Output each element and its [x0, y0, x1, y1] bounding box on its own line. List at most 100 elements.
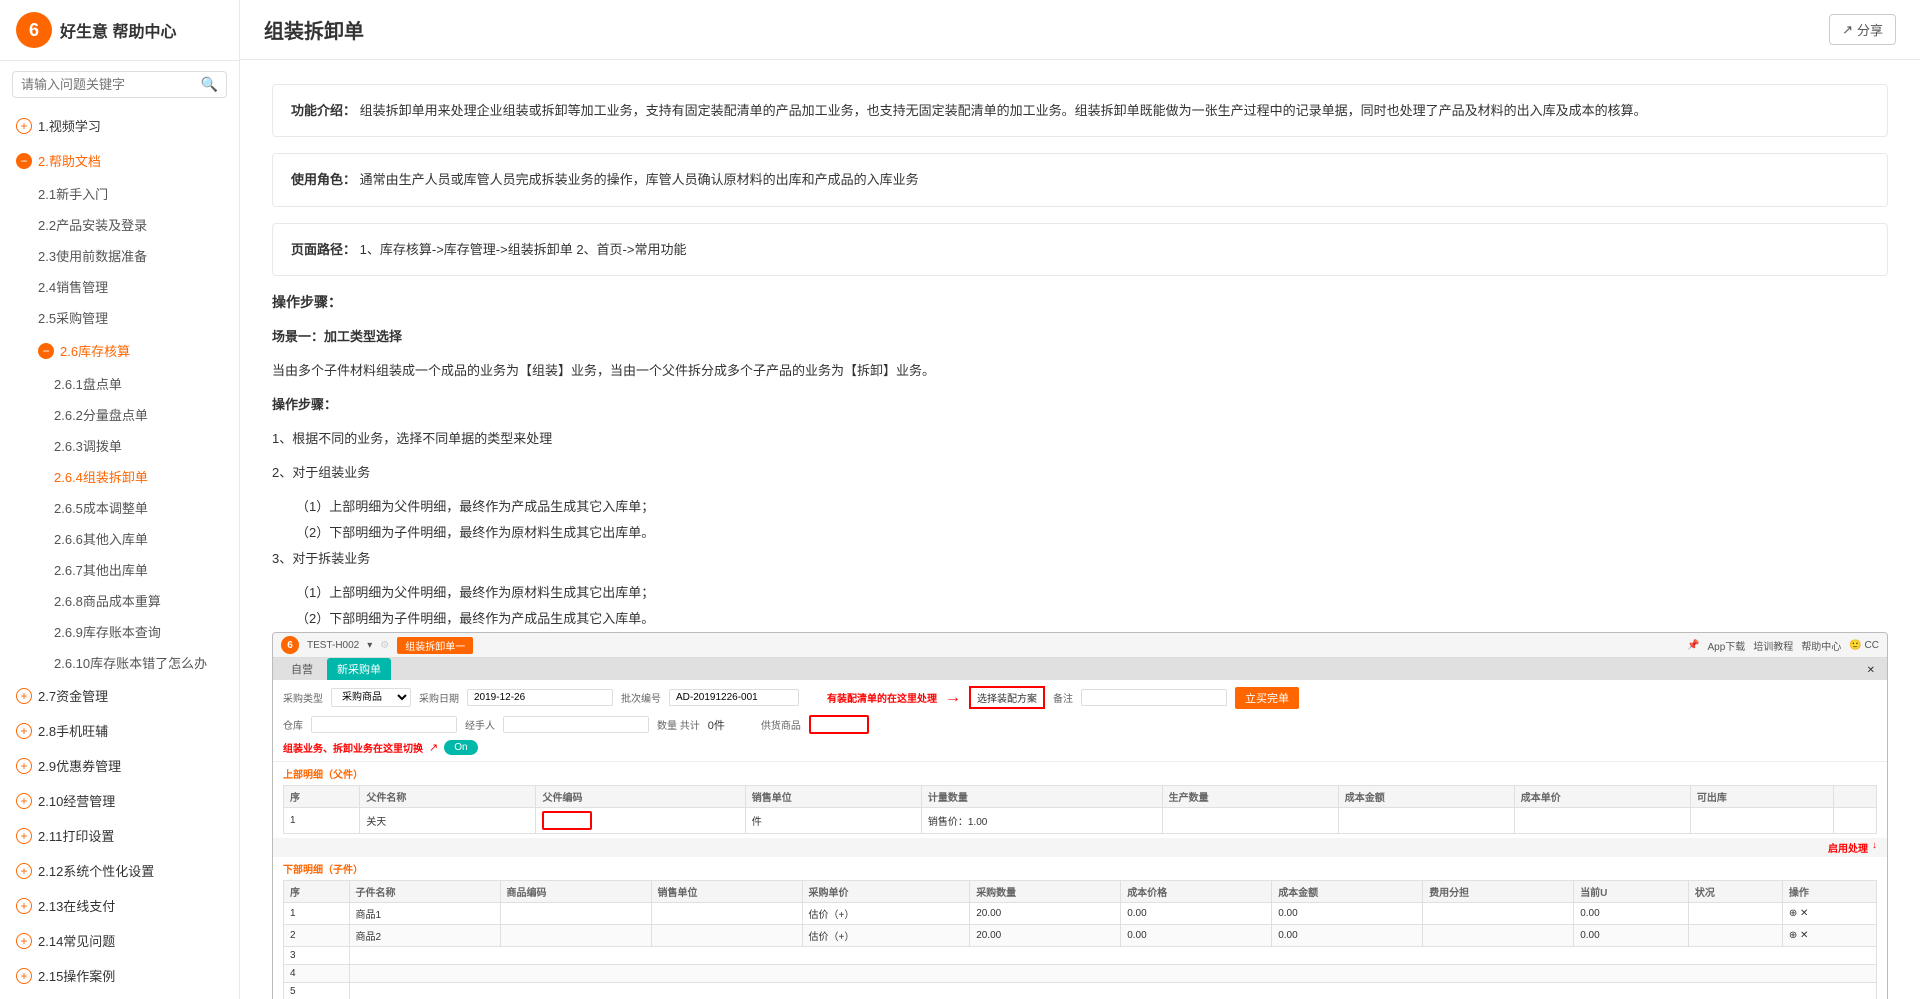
- sidebar-item-2-6[interactable]: − 2.6库存核算: [0, 333, 239, 368]
- sidebar: 6 好生意 帮助中心 🔍 + 1.视频学习 − 2.帮助文档 2.1新手入门 2…: [0, 0, 240, 999]
- sidebar-item-label: 2.9优惠券管理: [38, 756, 121, 775]
- table-row: 5: [284, 983, 1877, 999]
- sidebar-item-2-9[interactable]: + 2.9优惠券管理: [0, 748, 239, 783]
- table-row: 2 商品2 估价（+） 20.00 0.00 0.00 0.00: [284, 925, 1877, 947]
- sidebar-item-docs[interactable]: − 2.帮助文档: [0, 143, 239, 178]
- role-text: 通常由生产人员或库管人员完成拆装业务的操作，库管人员确认原材料的出库和产成品的入…: [360, 172, 919, 187]
- form-row-1: 采购类型 采购商品 采购日期 批次编号 有装配清单的在这里处理 → 选择装配方案…: [283, 686, 1877, 709]
- sidebar-item-2-7[interactable]: + 2.7资金管理: [0, 678, 239, 713]
- table-row: 4: [284, 965, 1877, 983]
- expand-icon: +: [16, 828, 32, 844]
- expand-icon: +: [16, 968, 32, 984]
- sidebar-item-2-6-8[interactable]: 2.6.8商品成本重算: [0, 585, 239, 616]
- collapse-icon: −: [16, 153, 32, 169]
- screenshot-wrapper: 6 TEST-H002 ▾ ⚙ 组装拆卸单一 📌 App下载 培训教程 帮助中心…: [272, 632, 1888, 999]
- sidebar-item-2-6-6[interactable]: 2.6.6其他入库单: [0, 523, 239, 554]
- sidebar-item-2-6-9[interactable]: 2.6.9库存账本查询: [0, 616, 239, 647]
- batch-input[interactable]: [669, 689, 799, 706]
- share-button[interactable]: ↗ 分享: [1829, 14, 1896, 45]
- sidebar-item-2-6-5[interactable]: 2.6.5成本调整单: [0, 492, 239, 523]
- table-header-row: 序 父件名称 父件编码 销售单位 计量数量 生产数量 成本金额 成本单价 可出库: [284, 786, 1877, 808]
- expand-icon: +: [16, 863, 32, 879]
- sidebar-item-label: 1.视频学习: [38, 116, 101, 135]
- collapse-icon: −: [38, 343, 54, 359]
- search-icon[interactable]: 🔍: [201, 76, 218, 93]
- sidebar-item-2-15[interactable]: + 2.15操作案例: [0, 958, 239, 993]
- annotation-2: 组装业务、拆卸业务在这里切换: [283, 740, 423, 755]
- ops-title: 操作步骤：: [272, 292, 1888, 312]
- warehouse-input[interactable]: [311, 716, 457, 733]
- path-box: 页面路径： 1、库存核算->库存管理->组装拆卸单 2、首页->常用功能: [272, 223, 1888, 276]
- path-label: 页面路径：: [291, 242, 356, 257]
- toggle-on[interactable]: On: [444, 740, 477, 755]
- lower-table-header: 序 子件名称 商品编码 销售单位 采购单价 采购数量 成本价格 成本金额 费用分…: [284, 881, 1877, 903]
- parent-code-input[interactable]: [542, 811, 592, 830]
- sidebar-item-2-1[interactable]: 2.1新手入门: [0, 178, 239, 209]
- sidebar-item-2-2[interactable]: 2.2产品安装及登录: [0, 209, 239, 240]
- table-row: 1 关天 件 销售价：1.00: [284, 808, 1877, 834]
- remark-input[interactable]: [1081, 689, 1227, 706]
- nav-section: + 1.视频学习 − 2.帮助文档 2.1新手入门 2.2产品安装及登录 2.3…: [0, 108, 239, 993]
- sidebar-item-2-6-3[interactable]: 2.6.3调拨单: [0, 430, 239, 461]
- sidebar-item-2-6-1[interactable]: 2.6.1盘点单: [0, 368, 239, 399]
- sidebar-item-2-6-10[interactable]: 2.6.10库存账本错了怎么办: [0, 647, 239, 678]
- app-screenshot: 6 TEST-H002 ▾ ⚙ 组装拆卸单一 📌 App下载 培训教程 帮助中心…: [272, 632, 1888, 999]
- sidebar-item-2-8[interactable]: + 2.8手机旺辅: [0, 713, 239, 748]
- sidebar-item-2-11[interactable]: + 2.11打印设置: [0, 818, 239, 853]
- brand-name: 好生意 帮助中心: [60, 18, 176, 42]
- tab-new-order[interactable]: 新采购单: [327, 658, 391, 680]
- share-icon: ↗: [1842, 22, 1853, 38]
- expand-icon: +: [16, 118, 32, 134]
- expand-icon: +: [16, 793, 32, 809]
- sidebar-item-label: 2.14常见问题: [38, 931, 115, 950]
- test-id: TEST-H002: [307, 640, 359, 651]
- annotation-3: 启用处理 ↓: [273, 838, 1887, 857]
- sidebar-item-2-13[interactable]: + 2.13在线支付: [0, 888, 239, 923]
- annotation-row-2: 组装业务、拆卸业务在这里切换 ↗ On: [283, 740, 1877, 755]
- main-header: 组装拆卸单 ↗ 分享: [240, 0, 1920, 60]
- date-input[interactable]: [467, 689, 613, 706]
- sidebar-item-2-6-7[interactable]: 2.6.7其他出库单: [0, 554, 239, 585]
- form-row-2: 仓库 经手人 数量 共计 0件 供货商品: [283, 715, 1877, 734]
- intro-text: 组装拆卸单用来处理企业组装或拆卸等加工业务，支持有固定装配清单的产品加工业务，也…: [360, 103, 1647, 118]
- intro-label: 功能介绍：: [291, 103, 356, 118]
- step3-sub1: （1）上部明细为父件明细，最终作为原材料生成其它出库单；: [272, 580, 1888, 606]
- sidebar-item-video[interactable]: + 1.视频学习: [0, 108, 239, 143]
- path-text: 1、库存核算->库存管理->组装拆卸单 2、首页->常用功能: [360, 242, 687, 257]
- step3-sub2: （2）下部明细为子件明细，最终作为产成品生成其它入库单。: [272, 606, 1888, 632]
- sidebar-item-2-6-4[interactable]: 2.6.4组装拆卸单: [0, 461, 239, 492]
- btn-confirm[interactable]: 立买完单: [1235, 687, 1299, 709]
- sidebar-item-label: 2.15操作案例: [38, 966, 115, 985]
- close-tab-icon[interactable]: ✕: [1863, 661, 1879, 680]
- sidebar-item-2-14[interactable]: + 2.14常见问题: [0, 923, 239, 958]
- handler-input[interactable]: [503, 716, 649, 733]
- sidebar-item-2-4[interactable]: 2.4销售管理: [0, 271, 239, 302]
- step1: 1、根据不同的业务，选择不同单据的类型来处理: [272, 426, 1888, 452]
- sidebar-header: 6 好生意 帮助中心: [0, 0, 239, 61]
- supplier-input[interactable]: [809, 715, 869, 734]
- sidebar-item-2-12[interactable]: + 2.12系统个性化设置: [0, 853, 239, 888]
- role-label: 使用角色：: [291, 172, 356, 187]
- search-input[interactable]: [21, 77, 201, 92]
- sidebar-item-2-5[interactable]: 2.5采购管理: [0, 302, 239, 333]
- content-area: 功能介绍： 组装拆卸单用来处理企业组装或拆卸等加工业务，支持有固定装配清单的产品…: [240, 60, 1920, 999]
- btn-choose-plan[interactable]: 选择装配方案: [969, 686, 1045, 709]
- sidebar-item-2-6-2[interactable]: 2.6.2分量盘点单: [0, 399, 239, 430]
- sidebar-item-2-10[interactable]: + 2.10经营管理: [0, 783, 239, 818]
- operations-section: 操作步骤： 场景一：加工类型选择 当由多个子件材料组装成一个成品的业务为【组装】…: [272, 292, 1888, 632]
- app-logo-small: 6: [281, 636, 299, 654]
- sidebar-item-label: 2.帮助文档: [38, 151, 101, 170]
- sidebar-item-2-3[interactable]: 2.3使用前数据准备: [0, 240, 239, 271]
- tab-ziyng[interactable]: 自营: [281, 658, 323, 680]
- expand-icon: +: [16, 688, 32, 704]
- orange-tab-btn[interactable]: 组装拆卸单一: [397, 637, 473, 654]
- lower-table: 序 子件名称 商品编码 销售单位 采购单价 采购数量 成本价格 成本金额 费用分…: [283, 880, 1877, 999]
- sidebar-item-label: 2.12系统个性化设置: [38, 861, 154, 880]
- logo-icon: 6: [16, 12, 52, 48]
- step2-sub1: （1）上部明细为父件明细，最终作为产成品生成其它入库单；: [272, 494, 1888, 520]
- scene1-desc: 当由多个子件材料组装成一个成品的业务为【组装】业务，当由一个父件拆分成多个子产品…: [272, 358, 1888, 384]
- search-box[interactable]: 🔍: [12, 71, 227, 98]
- main-content: 组装拆卸单 ↗ 分享 功能介绍： 组装拆卸单用来处理企业组装或拆卸等加工业务，支…: [240, 0, 1920, 999]
- tab-row: 自营 新采购单 ✕: [273, 658, 1887, 680]
- type-select[interactable]: 采购商品: [331, 688, 411, 707]
